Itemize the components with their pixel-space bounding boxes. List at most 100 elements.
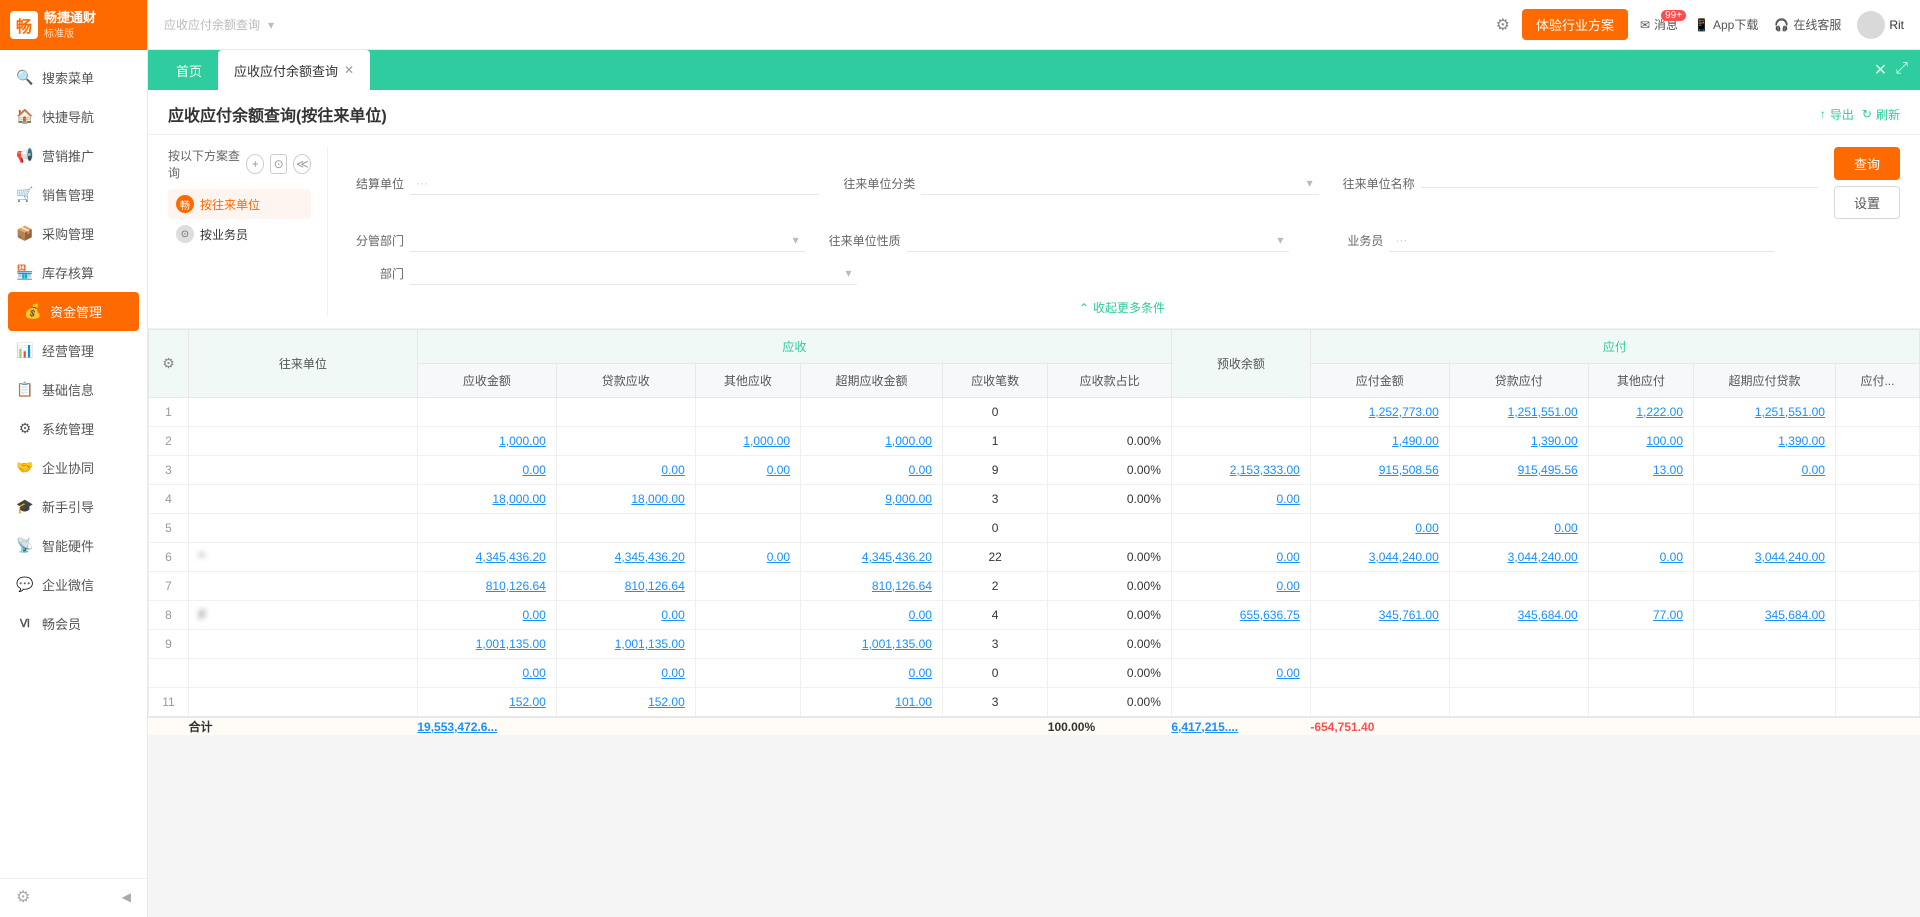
input-partner-name[interactable] xyxy=(1421,179,1818,188)
table-settings-icon[interactable]: ⚙ xyxy=(162,355,175,371)
cell-ar_amount[interactable]: 0.00 xyxy=(417,456,556,485)
cell-ap_amount[interactable]: 0.00 xyxy=(1310,514,1449,543)
cell-ap_amount[interactable] xyxy=(1310,630,1449,659)
cell-ar_loan[interactable]: 0.00 xyxy=(556,456,695,485)
footer-ar-amount[interactable]: 19,553,472.6... xyxy=(417,717,556,735)
export-button[interactable]: ↑ 导出 xyxy=(1820,106,1854,123)
cell-ar_prepay[interactable]: 0.00 xyxy=(1171,543,1310,572)
cell-ap_overdue[interactable] xyxy=(1694,659,1836,688)
refresh-button[interactable]: ↻ 刷新 xyxy=(1862,106,1900,123)
cell-ap_overdue[interactable]: 3,044,240.00 xyxy=(1694,543,1836,572)
cell-ap_other[interactable] xyxy=(1588,572,1693,601)
tab-arquery[interactable]: 应收应付余额查询 ✕ xyxy=(218,50,370,90)
cell-ar_amount[interactable] xyxy=(417,398,556,427)
cell-ar_loan[interactable]: 0.00 xyxy=(556,601,695,630)
cell-ap_amount[interactable] xyxy=(1310,485,1449,514)
cell-ar_loan[interactable]: 1,001,135.00 xyxy=(556,630,695,659)
cell-ap_loan[interactable]: 915,495.56 xyxy=(1449,456,1588,485)
cell-ap_overdue[interactable] xyxy=(1694,688,1836,718)
cell-ar_other[interactable] xyxy=(695,514,800,543)
cell-ar_other[interactable]: 0.00 xyxy=(695,543,800,572)
settings-icon[interactable]: ⚙ xyxy=(16,887,30,907)
cell-ap_amount[interactable] xyxy=(1310,572,1449,601)
close-window-icon[interactable]: ✕ xyxy=(1874,60,1887,80)
cell-ar_amount[interactable]: 1,001,135.00 xyxy=(417,630,556,659)
cell-ap_other[interactable] xyxy=(1588,514,1693,543)
cell-ap_overdue[interactable] xyxy=(1694,572,1836,601)
select-subdept[interactable]: ▾ xyxy=(410,262,857,285)
cell-ar_overdue[interactable]: 101.00 xyxy=(801,688,943,718)
cell-ar_loan[interactable]: 4,345,436.20 xyxy=(556,543,695,572)
cell-ap_other[interactable] xyxy=(1588,688,1693,718)
nav-scheme-button[interactable]: ≪ xyxy=(293,154,311,174)
cell-ap_other[interactable]: 1,222.00 xyxy=(1588,398,1693,427)
user-menu[interactable]: Rit xyxy=(1857,11,1904,39)
input-salesperson[interactable]: ··· xyxy=(1389,229,1774,252)
sidebar-item-marketing[interactable]: 📢 营销推广 xyxy=(0,136,147,175)
cell-ar_amount[interactable]: 152.00 xyxy=(417,688,556,718)
cell-ap_overdue[interactable]: 0.00 xyxy=(1694,456,1836,485)
select-dept[interactable]: ▾ xyxy=(410,229,805,252)
sidebar-item-hardware[interactable]: 📡 智能硬件 xyxy=(0,526,147,565)
cell-ar_amount[interactable]: 18,000.00 xyxy=(417,485,556,514)
cell-ap_overdue[interactable] xyxy=(1694,514,1836,543)
cell-ap_loan[interactable] xyxy=(1449,688,1588,718)
cell-ap_overdue[interactable]: 1,390.00 xyxy=(1694,427,1836,456)
select-partner-category[interactable]: ▾ xyxy=(921,172,1318,195)
sidebar-item-purchase[interactable]: 📦 采购管理 xyxy=(0,214,147,253)
cell-ap_loan[interactable] xyxy=(1449,659,1588,688)
expand-icon[interactable]: ⤢ xyxy=(1895,60,1908,80)
cell-ap_other[interactable]: 100.00 xyxy=(1588,427,1693,456)
query-button[interactable]: 查询 xyxy=(1834,147,1900,180)
cell-ar_amount[interactable]: 0.00 xyxy=(417,659,556,688)
cell-ap_other[interactable]: 0.00 xyxy=(1588,543,1693,572)
cell-ar_amount[interactable]: 1,000.00 xyxy=(417,427,556,456)
cell-ap_loan[interactable] xyxy=(1449,485,1588,514)
cell-ar_other[interactable] xyxy=(695,630,800,659)
cell-ar_prepay[interactable]: 0.00 xyxy=(1171,572,1310,601)
cell-ap_overdue[interactable]: 345,684.00 xyxy=(1694,601,1836,630)
sidebar-item-search[interactable]: 🔍 搜索菜单 xyxy=(0,58,147,97)
cell-ar_other[interactable] xyxy=(695,485,800,514)
cell-ap_loan[interactable] xyxy=(1449,572,1588,601)
cell-ap_other[interactable]: 77.00 xyxy=(1588,601,1693,630)
cell-ap_loan[interactable]: 345,684.00 xyxy=(1449,601,1588,630)
sidebar-item-operation[interactable]: 📊 经营管理 xyxy=(0,331,147,370)
online-service-button[interactable]: 🎧 在线客服 xyxy=(1774,16,1841,33)
cell-ar_loan[interactable]: 0.00 xyxy=(556,659,695,688)
cell-ap_amount[interactable] xyxy=(1310,659,1449,688)
cell-ar_other[interactable]: 0.00 xyxy=(695,456,800,485)
cell-ar_loan[interactable] xyxy=(556,398,695,427)
cell-ar_prepay[interactable]: 0.00 xyxy=(1171,485,1310,514)
cell-ar_amount[interactable]: 810,126.64 xyxy=(417,572,556,601)
cell-ar_other[interactable] xyxy=(695,601,800,630)
cell-ar_other[interactable] xyxy=(695,659,800,688)
sidebar-item-guide[interactable]: 🎓 新手引导 xyxy=(0,487,147,526)
cell-ap_other[interactable] xyxy=(1588,485,1693,514)
collapse-sidebar-icon[interactable]: ◀ xyxy=(122,890,131,904)
cell-ar_loan[interactable]: 152.00 xyxy=(556,688,695,718)
scheme-by-partner[interactable]: 畅 按往来单位 xyxy=(168,189,311,219)
promote-button[interactable]: 体验行业方案 xyxy=(1522,9,1628,40)
cell-ar_overdue[interactable]: 1,001,135.00 xyxy=(801,630,943,659)
scheme-by-salesperson[interactable]: ⊙ 按业务员 xyxy=(168,219,311,249)
cell-ap_overdue[interactable] xyxy=(1694,630,1836,659)
tab-close-icon[interactable]: ✕ xyxy=(344,63,354,77)
cell-ar_amount[interactable]: 4,345,436.20 xyxy=(417,543,556,572)
cell-ar_overdue[interactable]: 9,000.00 xyxy=(801,485,943,514)
cell-ap_amount[interactable]: 915,508.56 xyxy=(1310,456,1449,485)
select-partner-nature[interactable]: ▾ xyxy=(907,229,1290,252)
sidebar-item-sales[interactable]: 🛒 销售管理 xyxy=(0,175,147,214)
cell-ar_loan[interactable] xyxy=(556,514,695,543)
cell-ar_prepay[interactable] xyxy=(1171,398,1310,427)
sidebar-item-system[interactable]: ⚙ 系统管理 xyxy=(0,409,147,448)
cell-ar_prepay[interactable] xyxy=(1171,514,1310,543)
collapse-button[interactable]: ⌃ 收起更多条件 xyxy=(344,293,1900,316)
cell-ar_overdue[interactable]: 0.00 xyxy=(801,456,943,485)
cell-ar_overdue[interactable]: 810,126.64 xyxy=(801,572,943,601)
tab-home[interactable]: 首页 xyxy=(160,50,218,90)
cell-ap_loan[interactable]: 1,251,551.00 xyxy=(1449,398,1588,427)
cell-ap_amount[interactable]: 1,490.00 xyxy=(1310,427,1449,456)
sidebar-item-basic[interactable]: 📋 基础信息 xyxy=(0,370,147,409)
cell-ar_prepay[interactable]: 2,153,333.00 xyxy=(1171,456,1310,485)
